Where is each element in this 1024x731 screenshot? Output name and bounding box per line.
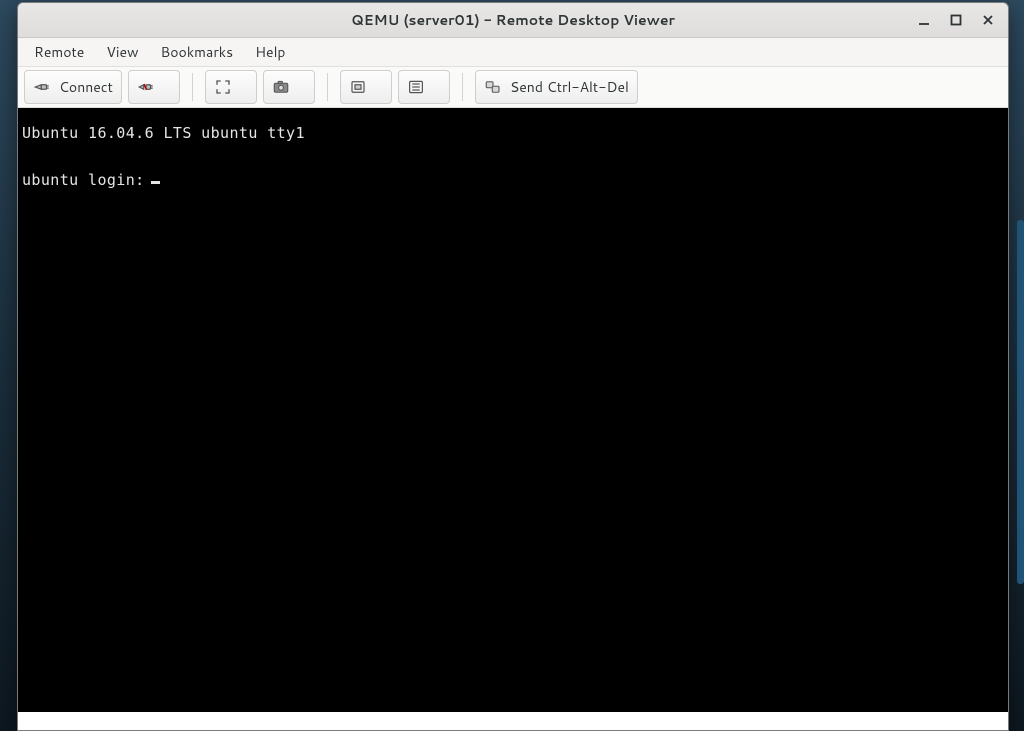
minimize-icon xyxy=(917,13,931,27)
send-cad-label: Send Ctrl-Alt-Del xyxy=(510,77,629,97)
toolbar-separator-3 xyxy=(462,73,463,101)
menu-remote[interactable]: Remote xyxy=(24,38,94,66)
connect-plug-icon xyxy=(33,78,51,96)
menubar: Remote View Bookmarks Help xyxy=(18,38,1008,67)
scaling-button[interactable] xyxy=(398,70,450,104)
best-fit-button[interactable] xyxy=(340,70,392,104)
toolbar-separator-2 xyxy=(327,73,328,101)
terminal-line-1: Ubuntu 16.04.6 LTS ubuntu tty1 xyxy=(22,124,305,142)
disconnect-button[interactable] xyxy=(128,70,180,104)
menu-view[interactable]: View xyxy=(96,38,148,66)
window-title: QEMU (server01) - Remote Desktop Viewer xyxy=(351,10,675,30)
maximize-icon xyxy=(949,13,963,27)
maximize-button[interactable] xyxy=(942,7,970,33)
connect-button-label: Connect xyxy=(59,77,113,97)
close-icon xyxy=(981,13,995,27)
display-bottom-strip xyxy=(18,712,1008,730)
camera-screenshot-icon xyxy=(272,78,290,96)
remote-display[interactable]: Ubuntu 16.04.6 LTS ubuntu tty1 ubuntu lo… xyxy=(18,108,1008,712)
connect-button[interactable]: Connect xyxy=(24,70,122,104)
toolbar: Connect xyxy=(18,67,1008,108)
text-cursor xyxy=(151,181,160,184)
close-button[interactable] xyxy=(974,7,1002,33)
titlebar: QEMU (server01) - Remote Desktop Viewer xyxy=(18,3,1008,38)
window-buttons xyxy=(910,3,1002,37)
minimize-button[interactable] xyxy=(910,7,938,33)
menu-bookmarks[interactable]: Bookmarks xyxy=(151,38,244,66)
best-fit-icon xyxy=(349,78,367,96)
screenshot-button[interactable] xyxy=(263,70,315,104)
scaling-icon xyxy=(407,78,425,96)
fullscreen-button[interactable] xyxy=(205,70,257,104)
app-window: QEMU (server01) - Remote Desktop Viewer … xyxy=(17,2,1009,731)
menu-help[interactable]: Help xyxy=(245,38,295,66)
disconnect-plug-icon xyxy=(137,78,155,96)
send-cad-button[interactable]: Send Ctrl-Alt-Del xyxy=(475,70,638,104)
remote-display-container: Ubuntu 16.04.6 LTS ubuntu tty1 ubuntu lo… xyxy=(18,108,1008,730)
keyboard-combo-icon xyxy=(484,78,502,96)
page-scrollbar[interactable] xyxy=(1017,220,1024,584)
toolbar-separator-1 xyxy=(192,73,193,101)
terminal-login-prompt: ubuntu login: xyxy=(22,171,145,189)
fullscreen-arrows-icon xyxy=(214,78,232,96)
